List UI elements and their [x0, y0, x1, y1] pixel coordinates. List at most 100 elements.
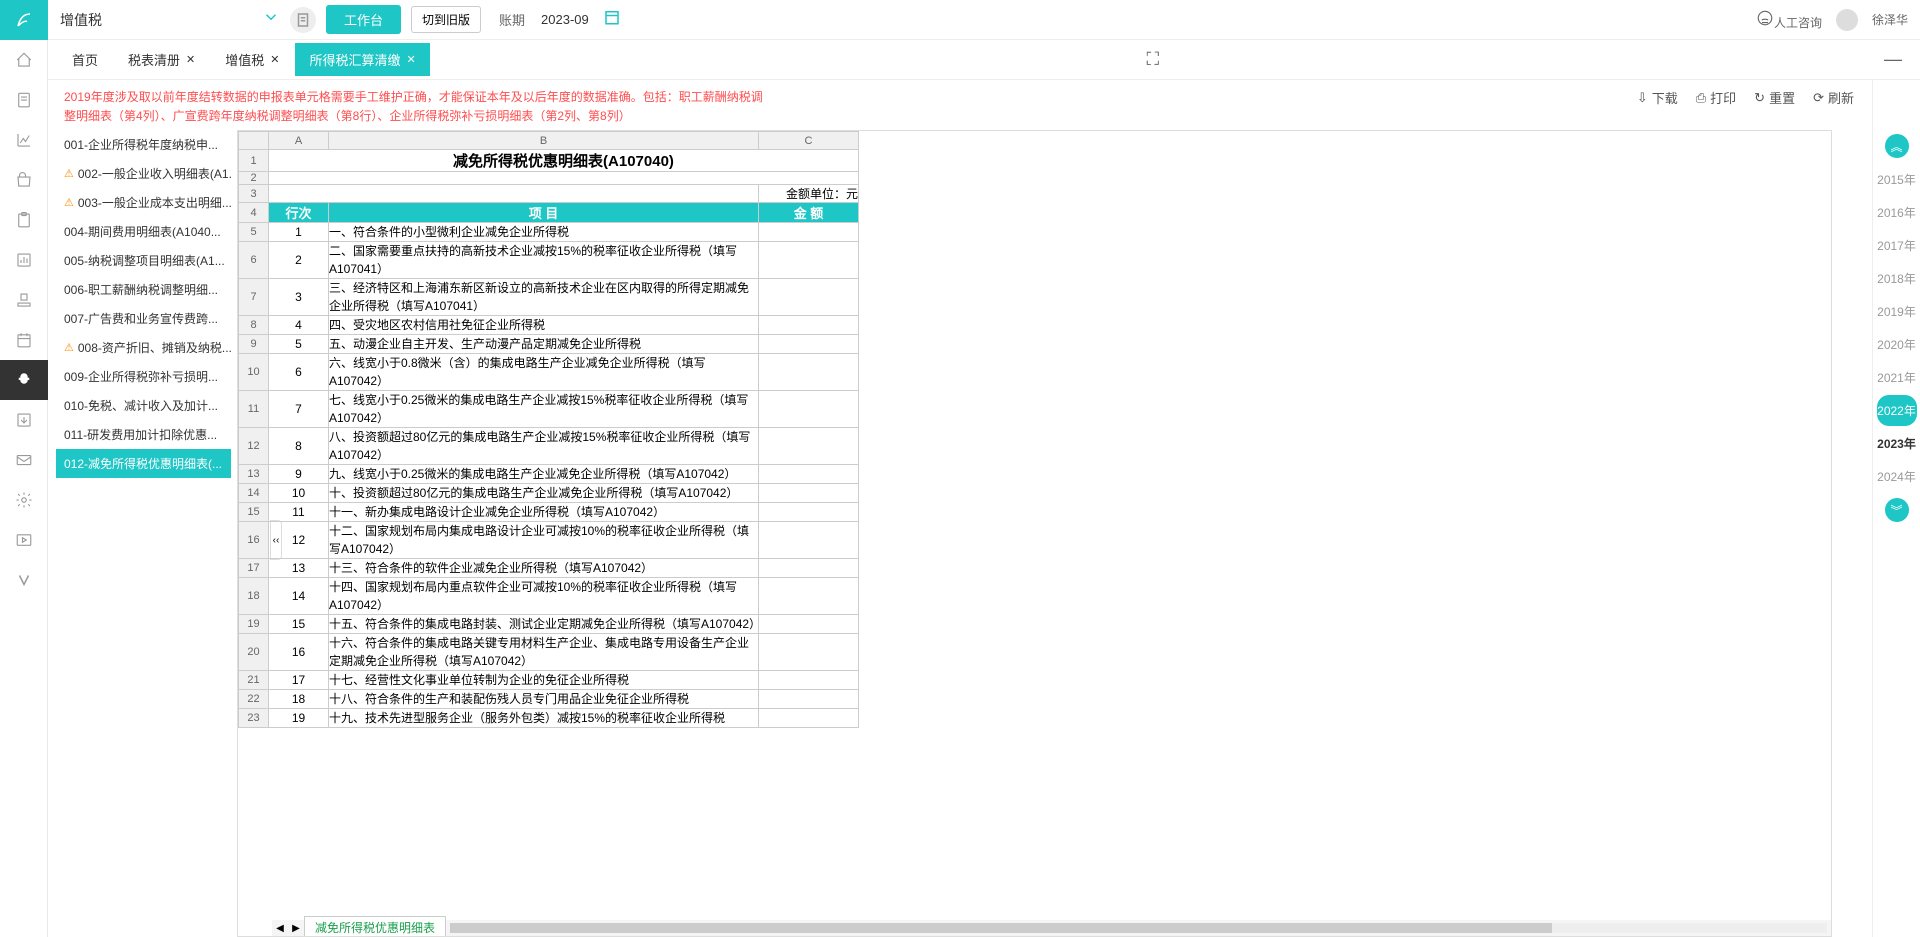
row-number: 7 [269, 391, 329, 428]
workbench-button[interactable]: 工作台 [326, 5, 401, 34]
tree-item[interactable]: 009-企业所得税弥补亏损明... [56, 362, 231, 391]
nav-home-icon[interactable] [0, 40, 48, 80]
tree-item[interactable]: 010-免税、减计收入及加计... [56, 391, 231, 420]
tree-item[interactable]: 004-期间费用明细表(A1040... [56, 217, 231, 246]
amount-cell[interactable] [759, 465, 859, 484]
avatar[interactable] [1836, 9, 1858, 31]
row-text: 十五、符合条件的集成电路封装、测试企业定期减免企业所得税（填写A107042） [329, 615, 759, 634]
amount-cell[interactable] [759, 335, 859, 354]
year-2020年[interactable]: 2020年 [1877, 329, 1917, 360]
row-text: 五、动漫企业自主开发、生产动漫产品定期减免企业所得税 [329, 335, 759, 354]
col-header: A [269, 132, 329, 150]
reset-button[interactable]: ↻ 重置 [1754, 88, 1795, 107]
tree-item[interactable]: 012-减免所得税优惠明细表(... [56, 449, 231, 478]
sheet-tab[interactable]: 减免所得税优惠明细表 [304, 916, 446, 937]
year-2022年[interactable]: 2022年 [1877, 395, 1917, 426]
sheet-title: 减免所得税优惠明细表(A107040) [269, 150, 859, 172]
refresh-button[interactable]: ⟳ 刷新 [1813, 88, 1854, 107]
nav-clipboard-icon[interactable] [0, 200, 48, 240]
scroll-left-icon[interactable]: ◀ [272, 923, 288, 934]
nav-doc-icon[interactable] [0, 80, 48, 120]
row-text: 二、国家需要重点扶持的高新技术企业减按15%的税率征收企业所得税（填写A1070… [329, 242, 759, 279]
amount-cell[interactable] [759, 559, 859, 578]
year-up-icon[interactable]: ︽ [1885, 134, 1909, 158]
row-text: 四、受灾地区农村信用社免征企业所得税 [329, 316, 759, 335]
scroll-right-icon[interactable]: ▶ [288, 923, 304, 934]
close-icon[interactable]: ✕ [270, 53, 279, 66]
tree-item[interactable]: ⚠003-一般企业成本支出明细... [56, 188, 231, 217]
amount-cell[interactable] [759, 615, 859, 634]
consult-link[interactable]: 人工咨询 [1756, 9, 1822, 31]
form-tree: 001-企业所得税年度纳税申...⚠002-一般企业收入明细表(A1...⚠00… [56, 130, 231, 937]
amount-cell[interactable] [759, 578, 859, 615]
amount-cell[interactable] [759, 279, 859, 316]
nav-export-icon[interactable] [0, 400, 48, 440]
nav-v-icon[interactable] [0, 560, 48, 600]
nav-chart-icon[interactable] [0, 120, 48, 160]
nav-mail-icon[interactable] [0, 440, 48, 480]
amount-cell[interactable] [759, 242, 859, 279]
amount-cell[interactable] [759, 316, 859, 335]
tab-所得税汇算清缴[interactable]: 所得税汇算清缴✕ [295, 43, 429, 76]
maximize-icon[interactable]: ⛶ [1139, 49, 1168, 70]
amount-cell[interactable] [759, 354, 859, 391]
year-2016年[interactable]: 2016年 [1877, 197, 1917, 228]
tree-item[interactable]: 011-研发费用加计扣除优惠... [56, 420, 231, 449]
year-2018年[interactable]: 2018年 [1877, 263, 1917, 294]
unit-label: 金额单位：元 [759, 185, 859, 203]
year-2023年[interactable]: 2023年 [1877, 428, 1917, 459]
minimize-icon[interactable]: — [1876, 49, 1910, 70]
close-icon[interactable]: ✕ [407, 53, 416, 66]
tab-税表清册[interactable]: 税表清册✕ [114, 43, 209, 76]
tree-item[interactable]: 006-职工薪酬纳税调整明细... [56, 275, 231, 304]
warn-icon: ⚠ [64, 167, 74, 180]
period-value[interactable]: 2023-09 [541, 12, 589, 27]
amount-cell[interactable] [759, 503, 859, 522]
year-2019年[interactable]: 2019年 [1877, 296, 1917, 327]
chevron-down-icon[interactable] [262, 8, 280, 31]
switch-old-button[interactable]: 切到旧版 [411, 6, 481, 33]
tree-item[interactable]: ⚠002-一般企业收入明细表(A1... [56, 159, 231, 188]
tree-item[interactable]: ⚠008-资产折旧、摊销及纳税... [56, 333, 231, 362]
calendar-icon[interactable] [603, 8, 621, 31]
row-number: 8 [269, 428, 329, 465]
module-title: 增值税 [60, 10, 102, 30]
year-down-icon[interactable]: ︾ [1885, 498, 1909, 522]
nav-tax-icon[interactable] [0, 360, 48, 400]
nav-stamp-icon[interactable] [0, 280, 48, 320]
nav-bag-icon[interactable] [0, 160, 48, 200]
amount-cell[interactable] [759, 634, 859, 671]
print-button[interactable]: ⎙ 打印 [1696, 88, 1736, 107]
tree-item[interactable]: 007-广告费和业务宣传费跨... [56, 304, 231, 333]
amount-cell[interactable] [759, 671, 859, 690]
nav-calendar-icon[interactable] [0, 320, 48, 360]
row-text: 八、投资额超过80亿元的集成电路生产企业减按15%税率征收企业所得税（填写A10… [329, 428, 759, 465]
tab-bar: 首页税表清册✕增值税✕所得税汇算清缴✕ ⛶ — [48, 40, 1920, 80]
download-button[interactable]: ⇩ 下载 [1637, 88, 1678, 107]
row-text: 六、线宽小于0.8微米（含）的集成电路生产企业减免企业所得税（填写A107042… [329, 354, 759, 391]
nav-video-icon[interactable] [0, 520, 48, 560]
nav-report-icon[interactable] [0, 240, 48, 280]
amount-cell[interactable] [759, 223, 859, 242]
row-number: 12 [269, 522, 329, 559]
tab-增值税[interactable]: 增值税✕ [211, 43, 293, 76]
scroll-track[interactable] [450, 923, 1827, 933]
amount-cell[interactable] [759, 428, 859, 465]
row-number: 3 [269, 279, 329, 316]
year-2021年[interactable]: 2021年 [1877, 362, 1917, 393]
scroll-thumb[interactable] [450, 923, 1552, 933]
amount-cell[interactable] [759, 709, 859, 728]
doc-circle-icon[interactable] [290, 7, 316, 33]
row-text: 十四、国家规划布局内重点软件企业可减按10%的税率征收企业所得税（填写A1070… [329, 578, 759, 615]
amount-cell[interactable] [759, 522, 859, 559]
year-2015年[interactable]: 2015年 [1877, 164, 1917, 195]
tree-item[interactable]: 005-纳税调整项目明细表(A1... [56, 246, 231, 275]
amount-cell[interactable] [759, 484, 859, 503]
close-icon[interactable]: ✕ [186, 53, 195, 66]
nav-gear-icon[interactable] [0, 480, 48, 520]
year-2024年[interactable]: 2024年 [1877, 461, 1917, 492]
tab-首页[interactable]: 首页 [58, 43, 112, 76]
year-2017年[interactable]: 2017年 [1877, 230, 1917, 261]
amount-cell[interactable] [759, 690, 859, 709]
amount-cell[interactable] [759, 391, 859, 428]
